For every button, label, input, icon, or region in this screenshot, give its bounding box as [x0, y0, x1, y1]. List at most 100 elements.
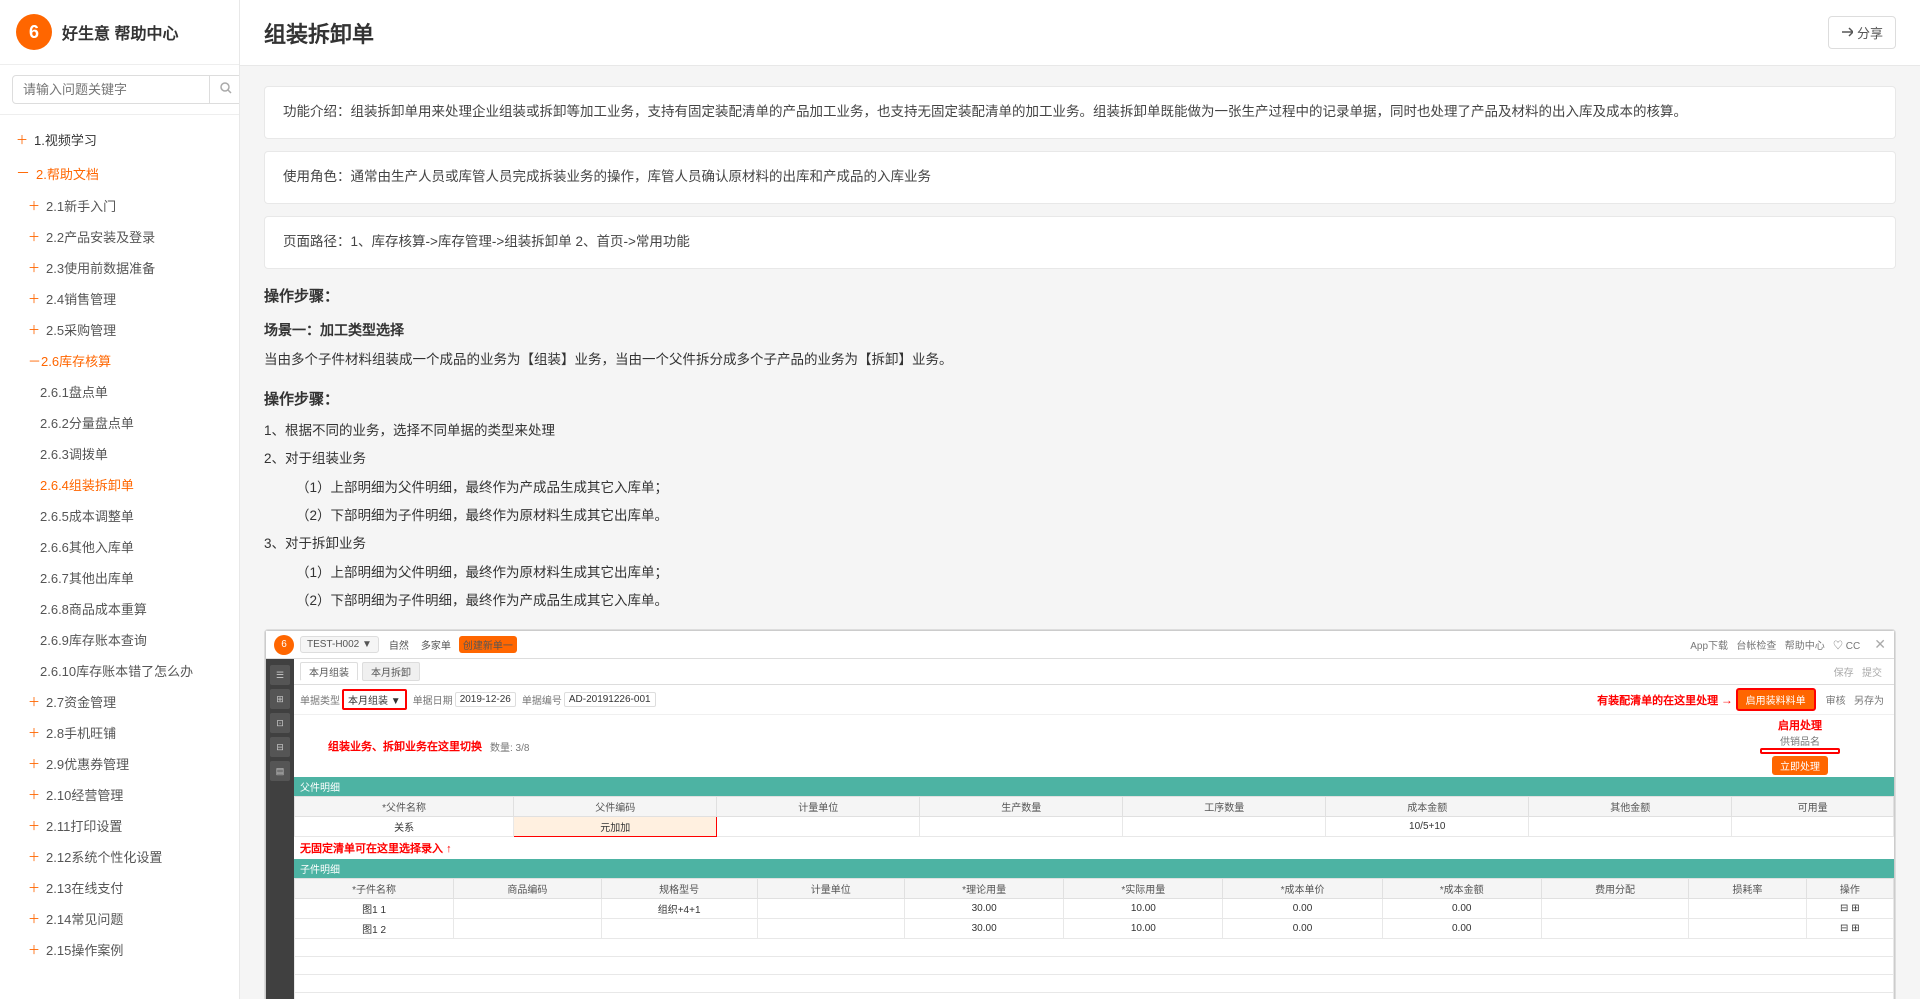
sidebar-item-videos[interactable]: ＋ 1.视频学习	[0, 123, 239, 156]
type-input[interactable]: 本月组装 ▼	[342, 689, 407, 710]
sidebar-item-finance[interactable]: ＋ 2.7资金管理	[0, 686, 239, 717]
sidebar: 6 好生意 帮助中心 ＋ 1.视频学习 － 2.帮助文档 ＋ 2.1	[0, 0, 240, 999]
step-2: 2、对于组装业务	[264, 447, 1896, 471]
plus-icon: ＋	[28, 755, 40, 772]
lcol-name: *子件名称	[295, 879, 454, 899]
sidebar-item-inventory[interactable]: － 2.6库存核算	[0, 345, 239, 376]
sidebar-item-newbie[interactable]: ＋ 2.1新手入门	[0, 190, 239, 221]
search-button[interactable]	[210, 75, 240, 104]
app-body: ☰ ⊞ ⊡ ⊟ ▤ 本月组装 本月拆卸 保存 提交	[266, 659, 1894, 999]
sidebar-item-payment[interactable]: ＋ 2.13在线支付	[0, 872, 239, 903]
lrow1-camount: 0.00	[1382, 899, 1541, 919]
sidebar-item-install[interactable]: ＋ 2.2产品安装及登录	[0, 221, 239, 252]
sidebar-item-mobile[interactable]: ＋ 2.8手机旺铺	[0, 717, 239, 748]
ops-title: 操作步骤：	[264, 285, 1896, 306]
tab-new[interactable]: 本月组装	[300, 662, 358, 681]
step-3-1: （1）上部明细为父件明细，最终作为原材料生成其它出库单；	[264, 561, 1896, 585]
sidebar-item-print[interactable]: ＋ 2.11打印设置	[0, 810, 239, 841]
lcol-theory-qty: *理论用量	[905, 879, 1064, 899]
annotation-arrow-1: →	[1721, 693, 1733, 707]
sidebar-item-docs[interactable]: － 2.帮助文档	[0, 156, 239, 190]
steps-list: 1、根据不同的业务，选择不同单据的类型来处理 2、对于组装业务 （1）上部明细为…	[264, 419, 1896, 613]
sidebar-icon-1: ☰	[270, 665, 290, 685]
sidebar-item-operations[interactable]: ＋ 2.10经营管理	[0, 779, 239, 810]
step-2-2: （2）下部明细为子件明细，最终作为原材料生成其它出库单。	[264, 504, 1896, 528]
search-input[interactable]	[12, 75, 210, 104]
confirm-btn[interactable]: 立即处理	[1772, 756, 1828, 775]
sidebar-item-stockcount[interactable]: 2.6.1盘点单	[0, 376, 239, 407]
supplier-input[interactable]	[1760, 748, 1840, 754]
annotation-label-lower: 无固定清单可在这里选择录入	[300, 843, 443, 855]
lcol-cost-amount: *成本金额	[1382, 879, 1541, 899]
sidebar-item-faq[interactable]: ＋ 2.14常见问题	[0, 903, 239, 934]
logo-area: 6 好生意 帮助中心	[0, 0, 239, 65]
sidebar-item-otherin[interactable]: 2.6.6其他入库单	[0, 531, 239, 562]
lcol-cost-price: *成本单价	[1223, 879, 1382, 899]
sidebar-item-assembly[interactable]: 2.6.4组装拆卸单	[0, 469, 239, 500]
app-topbar: 6 TEST-H002 ▼ 自然 多家单 创建新单一 App下载 台帐检查 帮助…	[266, 631, 1894, 659]
cell-unit	[717, 817, 920, 837]
col-parent-name: *父件名称	[295, 797, 514, 817]
lrow2-camount: 0.00	[1382, 919, 1541, 939]
close-icon[interactable]: ✕	[1866, 636, 1886, 653]
plus-icon: ＋	[28, 879, 40, 896]
lrow1-ops[interactable]: ⊟ ⊞	[1806, 899, 1893, 919]
qty-label: 数量: 3/8	[490, 739, 529, 754]
sidebar-item-customize[interactable]: ＋ 2.12系统个性化设置	[0, 841, 239, 872]
annotation-arrow-lower: ↑	[446, 843, 452, 855]
lower-row-2: 图1 2 30.00 10.00 0.00 0.00	[295, 919, 1894, 939]
cell-parent-code: 元加加	[514, 817, 717, 837]
sidebar-item-ledger-fix[interactable]: 2.6.10库存账本错了怎么办	[0, 655, 239, 686]
lcol-spec: 规格型号	[601, 879, 757, 899]
field-type: 单据类型 本月组装 ▼	[300, 689, 407, 710]
plus-icon: ＋	[28, 910, 40, 927]
sidebar-item-dataprep[interactable]: ＋ 2.3使用前数据准备	[0, 252, 239, 283]
sidebar-item-purchase[interactable]: ＋ 2.5采购管理	[0, 314, 239, 345]
cell-other-cost	[1529, 817, 1732, 837]
plus-icon: ＋	[28, 321, 40, 338]
main-area: 组装拆卸单 分享 功能介绍：组装拆卸单用来处理企业组装或拆卸等加工业务，支持有固…	[240, 0, 1920, 999]
tab-other[interactable]: 本月拆卸	[362, 662, 420, 681]
plus-icon: ＋	[28, 693, 40, 710]
nav-item-create[interactable]: 创建新单一	[459, 636, 517, 653]
ops-sub-title: 操作步骤：	[264, 388, 1896, 409]
sidebar-item-partcount[interactable]: 2.6.2分量盘点单	[0, 407, 239, 438]
lrow1-actual: 10.00	[1064, 899, 1223, 919]
enable-bom-btn[interactable]: 启用装料料单	[1736, 688, 1816, 711]
lower-table: *子件名称 商品编码 规格型号 计量单位 *理论用量 *实际用量 *成本单价 *…	[294, 878, 1894, 999]
app-topbar-right: App下载 台帐检查 帮助中心 ♡ CC	[1690, 637, 1860, 652]
lrow2-ops[interactable]: ⊟ ⊞	[1806, 919, 1893, 939]
lcol-unit: 计量单位	[757, 879, 904, 899]
lower-row-3	[295, 939, 1894, 957]
lrow4-empty	[295, 957, 1894, 975]
lrow1-code	[454, 899, 601, 919]
sidebar-item-costrecalc[interactable]: 2.6.8商品成本重算	[0, 593, 239, 624]
sidebar-item-transfer[interactable]: 2.6.3调拨单	[0, 438, 239, 469]
app-left-sidebar: ☰ ⊞ ⊡ ⊟ ▤	[266, 659, 294, 999]
app-logo: 6	[16, 14, 52, 50]
cell-prod-qty	[920, 817, 1123, 837]
plus-icon: ＋	[28, 941, 40, 958]
lrow2-name: 图1 2	[295, 919, 454, 939]
sidebar-item-ledger-query[interactable]: 2.6.9库存账本查询	[0, 624, 239, 655]
lrow2-loss	[1689, 919, 1806, 939]
sidebar-item-costadj[interactable]: 2.6.5成本调整单	[0, 500, 239, 531]
upper-section-title: 父件明细	[300, 779, 340, 794]
step-3-2: （2）下部明细为子件明细，最终作为产成品生成其它入库单。	[264, 589, 1896, 613]
lower-row-5	[295, 975, 1894, 993]
nav-leaf-inventory: 2.6.1盘点单 2.6.2分量盘点单 2.6.3调拨单 2.6.4组装拆卸单 …	[0, 376, 239, 686]
sidebar-item-otherout[interactable]: 2.6.7其他出库单	[0, 562, 239, 593]
sidebar-item-coupon[interactable]: ＋ 2.9优惠券管理	[0, 748, 239, 779]
share-button[interactable]: 分享	[1828, 16, 1896, 49]
sidebar-item-cases[interactable]: ＋ 2.15操作案例	[0, 934, 239, 965]
upper-section-header: 父件明细	[294, 777, 1894, 796]
sidebar-item-sales[interactable]: ＋ 2.4销售管理	[0, 283, 239, 314]
col-prod-qty: 生产数量	[920, 797, 1123, 817]
upper-table-row: 关系 元加加 10/5+10	[295, 817, 1894, 837]
app-test-id: TEST-H002 ▼	[300, 636, 379, 653]
type-label: 单据类型	[300, 692, 340, 707]
lrow5-empty	[295, 975, 1894, 993]
date-input[interactable]: 2019-12-26	[455, 692, 516, 707]
annotation-row-2: 组装业务、拆卸业务在这里切换 数量: 3/8 启用处理 供销品名 立即处理	[294, 715, 1894, 777]
lower-section-header: 子件明细	[294, 859, 1894, 878]
